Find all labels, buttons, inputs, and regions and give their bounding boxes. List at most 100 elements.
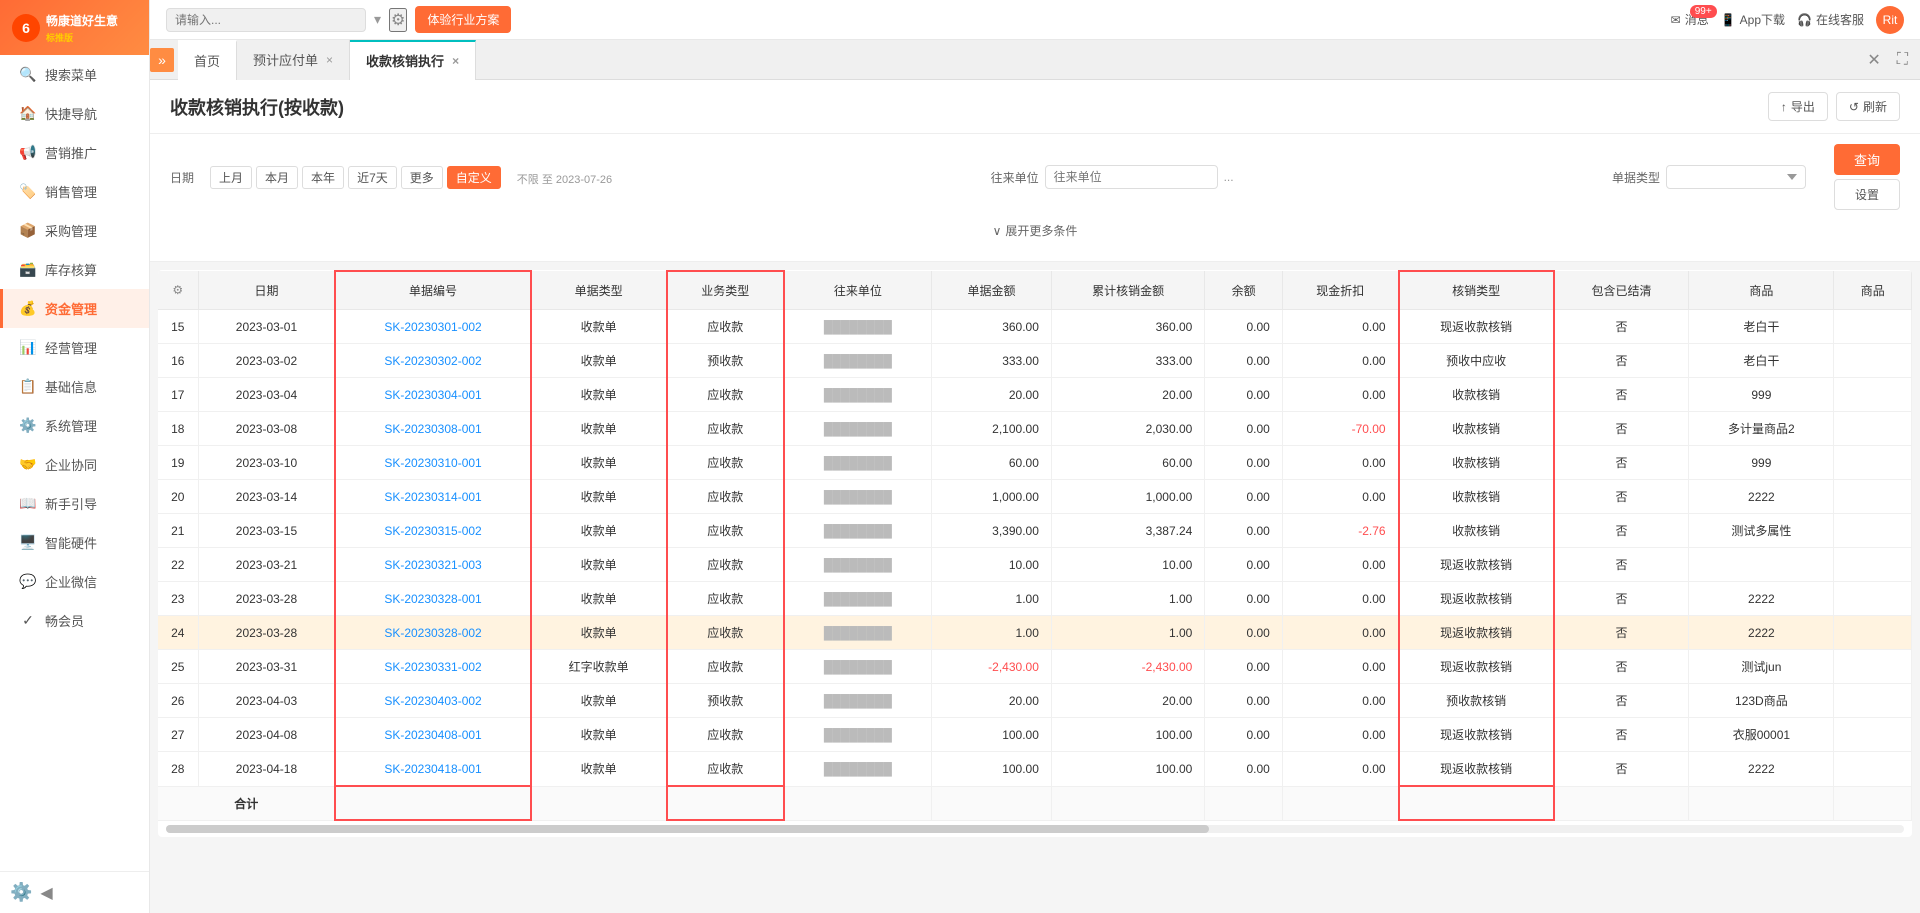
- table-cell[interactable]: SK-20230301-002: [335, 310, 530, 344]
- breadcrumb-input[interactable]: [166, 8, 366, 32]
- table-row[interactable]: 262023-04-03SK-20230403-002收款单预收款███████…: [158, 684, 1912, 718]
- sidebar-item-quick-nav[interactable]: 🏠 快捷导航: [0, 94, 149, 133]
- table-cell[interactable]: SK-20230321-003: [335, 548, 530, 582]
- table-cell[interactable]: SK-20230408-001: [335, 718, 530, 752]
- table-cell[interactable]: SK-20230328-002: [335, 616, 530, 650]
- sidebar-item-label: 快捷导航: [45, 104, 97, 123]
- table-cell: ████████: [784, 718, 932, 752]
- sidebar-item-cooperation[interactable]: 🤝 企业协同: [0, 445, 149, 484]
- page-content: 收款核销执行(按收款) ↑ 导出 ↺ 刷新 日期 上月 本月 本年: [150, 80, 1920, 913]
- table-cell[interactable]: SK-20230418-001: [335, 752, 530, 787]
- voucher-link[interactable]: SK-20230321-003: [384, 558, 481, 572]
- table-cell: 收款核销: [1399, 514, 1554, 548]
- voucher-type-select[interactable]: [1666, 165, 1806, 189]
- horizontal-scrollbar[interactable]: [166, 825, 1904, 833]
- table-row[interactable]: 162023-03-02SK-20230302-002收款单预收款███████…: [158, 344, 1912, 378]
- table-row[interactable]: 152023-03-01SK-20230301-002收款单应收款███████…: [158, 310, 1912, 344]
- sidebar-item-operation[interactable]: 📊 经营管理: [0, 328, 149, 367]
- tab-arrow-left[interactable]: »: [150, 48, 174, 72]
- voucher-link[interactable]: SK-20230331-002: [384, 660, 481, 674]
- table-cell: 否: [1554, 684, 1689, 718]
- online-service-button[interactable]: 🎧 在线客服: [1797, 11, 1864, 28]
- table-cell[interactable]: SK-20230310-001: [335, 446, 530, 480]
- sidebar-item-basic[interactable]: 📋 基础信息: [0, 367, 149, 406]
- tab-receipt-verify[interactable]: 收款核销执行 ×: [350, 40, 476, 80]
- table-cell[interactable]: SK-20230331-002: [335, 650, 530, 684]
- query-button[interactable]: 查询: [1834, 144, 1900, 175]
- table-cell[interactable]: SK-20230302-002: [335, 344, 530, 378]
- tab-close-prepay[interactable]: ×: [326, 53, 333, 67]
- industry-solution-button[interactable]: 体验行业方案: [415, 6, 511, 33]
- date-btn-this-year[interactable]: 本年: [302, 166, 344, 189]
- date-btn-more[interactable]: 更多: [401, 166, 443, 189]
- refresh-button[interactable]: ↺ 刷新: [1836, 92, 1900, 121]
- messages-button[interactable]: ✉ 消息 99+: [1671, 11, 1709, 28]
- sidebar-item-purchase[interactable]: 📦 采购管理: [0, 211, 149, 250]
- voucher-link[interactable]: SK-20230314-001: [384, 490, 481, 504]
- sidebar-item-hardware[interactable]: 🖥️ 智能硬件: [0, 523, 149, 562]
- sidebar-item-wechat[interactable]: 💬 企业微信: [0, 562, 149, 601]
- tab-close-receipt-verify[interactable]: ×: [452, 54, 459, 68]
- table-cell: 应收款: [667, 650, 784, 684]
- sidebar-item-sales[interactable]: 🏷️ 销售管理: [0, 172, 149, 211]
- table-cell[interactable]: SK-20230314-001: [335, 480, 530, 514]
- table-row[interactable]: 172023-03-04SK-20230304-001收款单应收款███████…: [158, 378, 1912, 412]
- sidebar-item-member[interactable]: ✓ 畅会员: [0, 601, 149, 640]
- date-btn-7days[interactable]: 近7天: [348, 166, 397, 189]
- voucher-link[interactable]: SK-20230408-001: [384, 728, 481, 742]
- table-cell: 20.00: [932, 378, 1052, 412]
- export-button[interactable]: ↑ 导出: [1768, 92, 1828, 121]
- table-cell: 应收款: [667, 548, 784, 582]
- expand-more-button[interactable]: ∨ 展开更多条件: [981, 216, 1090, 245]
- sidebar-item-search[interactable]: 🔍 搜索菜单: [0, 55, 149, 94]
- table-row[interactable]: 222023-03-21SK-20230321-003收款单应收款███████…: [158, 548, 1912, 582]
- table-row[interactable]: 212023-03-15SK-20230315-002收款单应收款███████…: [158, 514, 1912, 548]
- app-download-button[interactable]: 📱 App下载: [1721, 11, 1785, 28]
- sidebar-settings-icon[interactable]: ⚙️: [10, 882, 32, 903]
- table-row[interactable]: 232023-03-28SK-20230328-001收款单应收款███████…: [158, 582, 1912, 616]
- voucher-link[interactable]: SK-20230310-001: [384, 456, 481, 470]
- partner-input[interactable]: [1045, 165, 1218, 189]
- table-row[interactable]: 282023-04-18SK-20230418-001收款单应收款███████…: [158, 752, 1912, 787]
- sidebar-item-finance[interactable]: 💰 资金管理: [0, 289, 149, 328]
- voucher-link[interactable]: SK-20230302-002: [384, 354, 481, 368]
- table-cell[interactable]: SK-20230308-001: [335, 412, 530, 446]
- table-cell[interactable]: SK-20230304-001: [335, 378, 530, 412]
- sidebar-collapse-icon[interactable]: ◀: [40, 883, 52, 903]
- voucher-link[interactable]: SK-20230328-001: [384, 592, 481, 606]
- table-cell[interactable]: SK-20230328-001: [335, 582, 530, 616]
- table-row[interactable]: 192023-03-10SK-20230310-001收款单应收款███████…: [158, 446, 1912, 480]
- voucher-link[interactable]: SK-20230304-001: [384, 388, 481, 402]
- table-cell[interactable]: SK-20230403-002: [335, 684, 530, 718]
- filter-settings-button[interactable]: 设置: [1834, 179, 1900, 210]
- date-btn-custom[interactable]: 自定义: [447, 166, 501, 189]
- settings-gear-button[interactable]: ⚙: [389, 8, 407, 32]
- sidebar-item-inventory[interactable]: 🗃️ 库存核算: [0, 250, 149, 289]
- voucher-link[interactable]: SK-20230328-002: [384, 626, 481, 640]
- tab-expand-icon[interactable]: ⛶: [1893, 47, 1912, 73]
- table-cell[interactable]: SK-20230315-002: [335, 514, 530, 548]
- tab-close-all-icon[interactable]: ✕: [1863, 46, 1884, 74]
- date-btn-last-month[interactable]: 上月: [210, 166, 252, 189]
- table-settings-icon[interactable]: ⚙: [172, 283, 183, 297]
- voucher-link[interactable]: SK-20230418-001: [384, 762, 481, 776]
- voucher-link[interactable]: SK-20230301-002: [384, 320, 481, 334]
- voucher-link[interactable]: SK-20230315-002: [384, 524, 481, 538]
- date-btn-this-month[interactable]: 本月: [256, 166, 298, 189]
- table-row[interactable]: 252023-03-31SK-20230331-002红字收款单应收款█████…: [158, 650, 1912, 684]
- tab-prepay[interactable]: 预计应付单 ×: [237, 40, 350, 80]
- sidebar-item-system[interactable]: ⚙️ 系统管理: [0, 406, 149, 445]
- voucher-link[interactable]: SK-20230308-001: [384, 422, 481, 436]
- sidebar-item-guide[interactable]: 📖 新手引导: [0, 484, 149, 523]
- voucher-link[interactable]: SK-20230403-002: [384, 694, 481, 708]
- tab-home[interactable]: 首页: [178, 40, 237, 80]
- table-row[interactable]: 202023-03-14SK-20230314-001收款单应收款███████…: [158, 480, 1912, 514]
- table-row[interactable]: 182023-03-08SK-20230308-001收款单应收款███████…: [158, 412, 1912, 446]
- user-avatar[interactable]: Rit: [1876, 6, 1904, 34]
- scrollbar-thumb[interactable]: [166, 825, 1209, 833]
- table-row[interactable]: 272023-04-08SK-20230408-001收款单应收款███████…: [158, 718, 1912, 752]
- sidebar-item-marketing[interactable]: 📢 营销推广: [0, 133, 149, 172]
- dropdown-icon[interactable]: ▾: [374, 11, 381, 28]
- table-row[interactable]: 242023-03-28SK-20230328-002收款单应收款███████…: [158, 616, 1912, 650]
- col-settings-header[interactable]: ⚙: [158, 271, 198, 310]
